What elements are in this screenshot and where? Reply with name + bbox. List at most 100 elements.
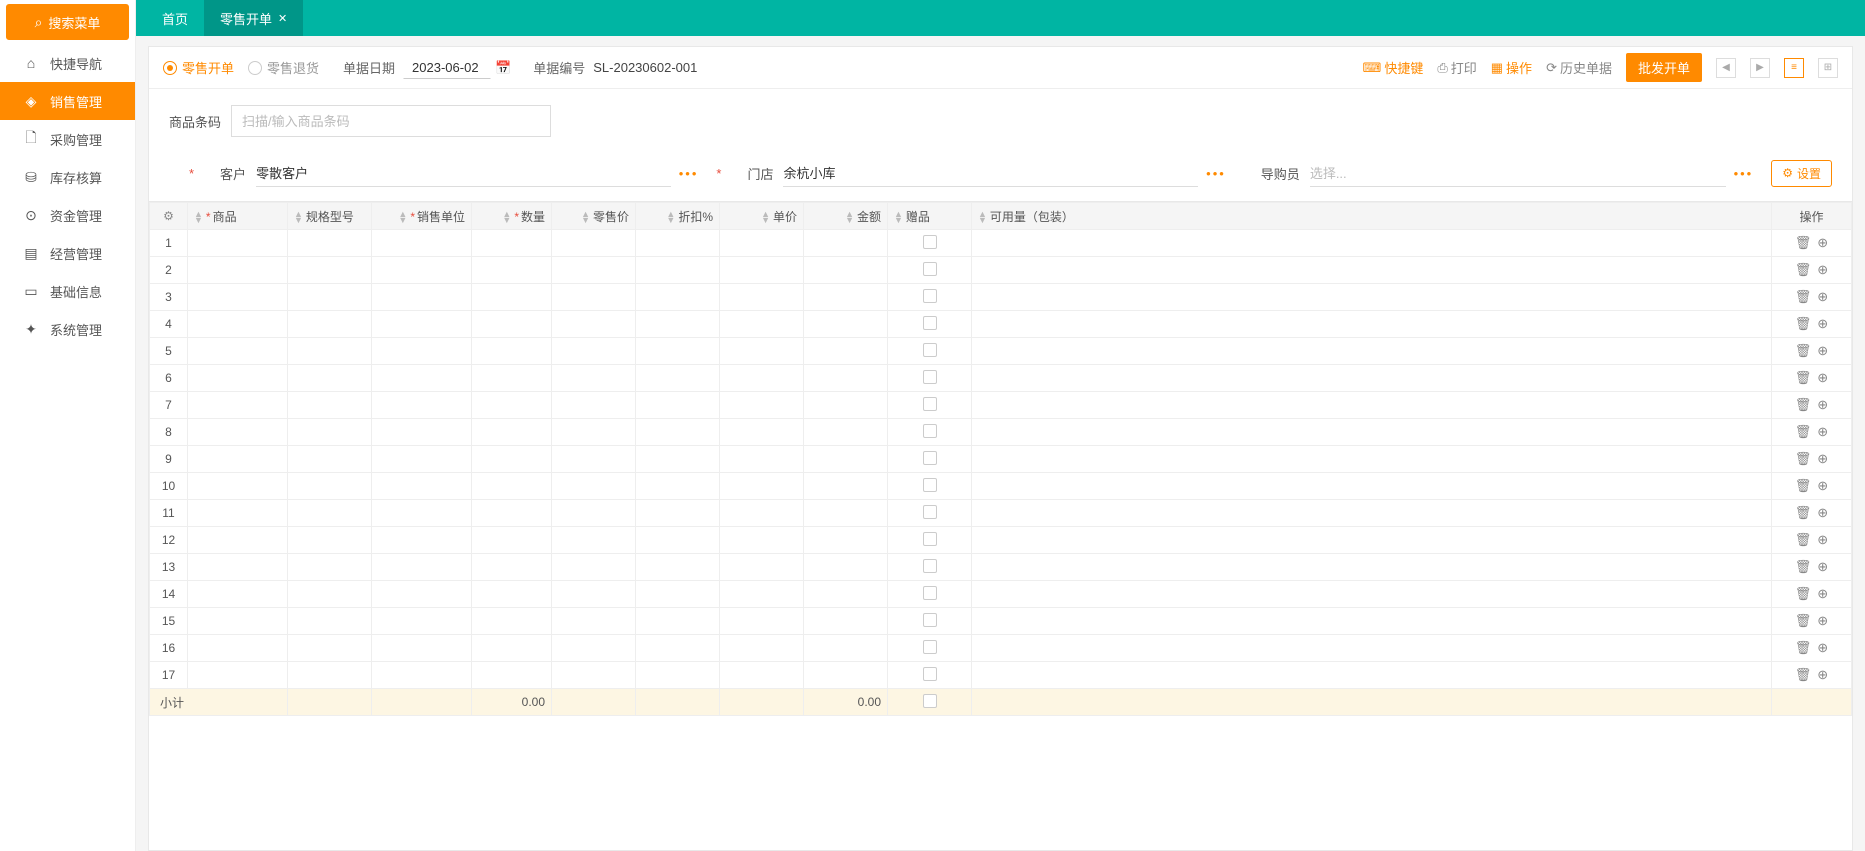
gift-checkbox[interactable]	[923, 505, 937, 519]
cell-price[interactable]	[720, 392, 804, 419]
cell-amount[interactable]	[804, 284, 888, 311]
cell-gift[interactable]	[888, 608, 972, 635]
col-unit[interactable]: ▲▼销售单位	[372, 203, 472, 230]
cell-product[interactable]	[188, 608, 288, 635]
cell-qty[interactable]	[472, 311, 552, 338]
cell-unit[interactable]	[372, 527, 472, 554]
cell-qty[interactable]	[472, 662, 552, 689]
cell-avail[interactable]	[972, 554, 1772, 581]
add-row-icon[interactable]: ⊕	[1817, 559, 1828, 574]
cell-price[interactable]	[720, 662, 804, 689]
cell-amount[interactable]	[804, 419, 888, 446]
gift-checkbox[interactable]	[923, 262, 937, 276]
table-row[interactable]: 13🗑⊕	[150, 554, 1852, 581]
cell-price[interactable]	[720, 338, 804, 365]
cell-spec[interactable]	[288, 554, 372, 581]
cell-amount[interactable]	[804, 338, 888, 365]
cell-unit[interactable]	[372, 581, 472, 608]
table-row[interactable]: 1🗑⊕	[150, 230, 1852, 257]
cell-qty[interactable]	[472, 608, 552, 635]
cell-amount[interactable]	[804, 581, 888, 608]
col-qty[interactable]: ▲▼数量	[472, 203, 552, 230]
cell-spec[interactable]	[288, 635, 372, 662]
col-price[interactable]: ▲▼单价	[720, 203, 804, 230]
cell-unit[interactable]	[372, 500, 472, 527]
cell-qty[interactable]	[472, 527, 552, 554]
gift-checkbox[interactable]	[923, 397, 937, 411]
cell-amount[interactable]	[804, 365, 888, 392]
cell-discount[interactable]	[636, 473, 720, 500]
add-row-icon[interactable]: ⊕	[1817, 424, 1828, 439]
cell-retail[interactable]	[552, 473, 636, 500]
col-amount[interactable]: ▲▼金额	[804, 203, 888, 230]
cell-gift[interactable]	[888, 257, 972, 284]
cell-product[interactable]	[188, 635, 288, 662]
cell-retail[interactable]	[552, 581, 636, 608]
cell-retail[interactable]	[552, 419, 636, 446]
cell-spec[interactable]	[288, 581, 372, 608]
table-row[interactable]: 7🗑⊕	[150, 392, 1852, 419]
cell-gift[interactable]	[888, 284, 972, 311]
col-spec[interactable]: ▲▼规格型号	[288, 203, 372, 230]
cell-spec[interactable]	[288, 446, 372, 473]
cell-qty[interactable]	[472, 284, 552, 311]
cell-retail[interactable]	[552, 608, 636, 635]
cell-unit[interactable]	[372, 662, 472, 689]
cell-unit[interactable]	[372, 338, 472, 365]
cell-price[interactable]	[720, 365, 804, 392]
cell-product[interactable]	[188, 392, 288, 419]
sidebar-item[interactable]: ▭基础信息	[0, 272, 135, 310]
ops-link[interactable]: ▦ 操作	[1491, 58, 1532, 77]
cell-discount[interactable]	[636, 365, 720, 392]
delete-icon[interactable]: 🗑	[1795, 478, 1812, 493]
cell-avail[interactable]	[972, 635, 1772, 662]
hotkey-link[interactable]: ⌨ 快捷键	[1363, 58, 1424, 77]
detail-view-button[interactable]: ⊞	[1818, 58, 1838, 78]
sidebar-item[interactable]: ✦系统管理	[0, 310, 135, 348]
more-icon[interactable]: •••	[1198, 166, 1234, 181]
delete-icon[interactable]: 🗑	[1795, 343, 1812, 358]
table-row[interactable]: 12🗑⊕	[150, 527, 1852, 554]
table-row[interactable]: 17🗑⊕	[150, 662, 1852, 689]
col-gear[interactable]: ⚙	[150, 203, 188, 230]
gift-checkbox[interactable]	[923, 640, 937, 654]
table-row[interactable]: 6🗑⊕	[150, 365, 1852, 392]
cell-discount[interactable]	[636, 635, 720, 662]
col-retail[interactable]: ▲▼零售价	[552, 203, 636, 230]
col-discount[interactable]: ▲▼折扣%	[636, 203, 720, 230]
gift-checkbox[interactable]	[923, 478, 937, 492]
sidebar-item[interactable]: ⊙资金管理	[0, 196, 135, 234]
cell-amount[interactable]	[804, 230, 888, 257]
cell-retail[interactable]	[552, 635, 636, 662]
cell-discount[interactable]	[636, 284, 720, 311]
cell-gift[interactable]	[888, 554, 972, 581]
cell-discount[interactable]	[636, 554, 720, 581]
cell-amount[interactable]	[804, 473, 888, 500]
cell-gift[interactable]	[888, 338, 972, 365]
cell-unit[interactable]	[372, 365, 472, 392]
cell-retail[interactable]	[552, 230, 636, 257]
search-menu-button[interactable]: ⌕ 搜索菜单	[6, 4, 129, 40]
cell-retail[interactable]	[552, 662, 636, 689]
close-icon[interactable]: ✕	[278, 12, 287, 25]
cell-gift[interactable]	[888, 500, 972, 527]
cell-unit[interactable]	[372, 257, 472, 284]
cell-spec[interactable]	[288, 257, 372, 284]
cell-qty[interactable]	[472, 419, 552, 446]
cell-amount[interactable]	[804, 608, 888, 635]
cell-price[interactable]	[720, 581, 804, 608]
cell-amount[interactable]	[804, 392, 888, 419]
cell-spec[interactable]	[288, 662, 372, 689]
sidebar-item[interactable]: ⌂快捷导航	[0, 44, 135, 82]
cell-avail[interactable]	[972, 608, 1772, 635]
cell-gift[interactable]	[888, 392, 972, 419]
cell-qty[interactable]	[472, 635, 552, 662]
delete-icon[interactable]: 🗑	[1795, 505, 1812, 520]
cell-avail[interactable]	[972, 365, 1772, 392]
cell-avail[interactable]	[972, 662, 1772, 689]
cell-amount[interactable]	[804, 500, 888, 527]
cell-qty[interactable]	[472, 257, 552, 284]
cell-retail[interactable]	[552, 527, 636, 554]
cell-discount[interactable]	[636, 392, 720, 419]
cell-gift[interactable]	[888, 581, 972, 608]
